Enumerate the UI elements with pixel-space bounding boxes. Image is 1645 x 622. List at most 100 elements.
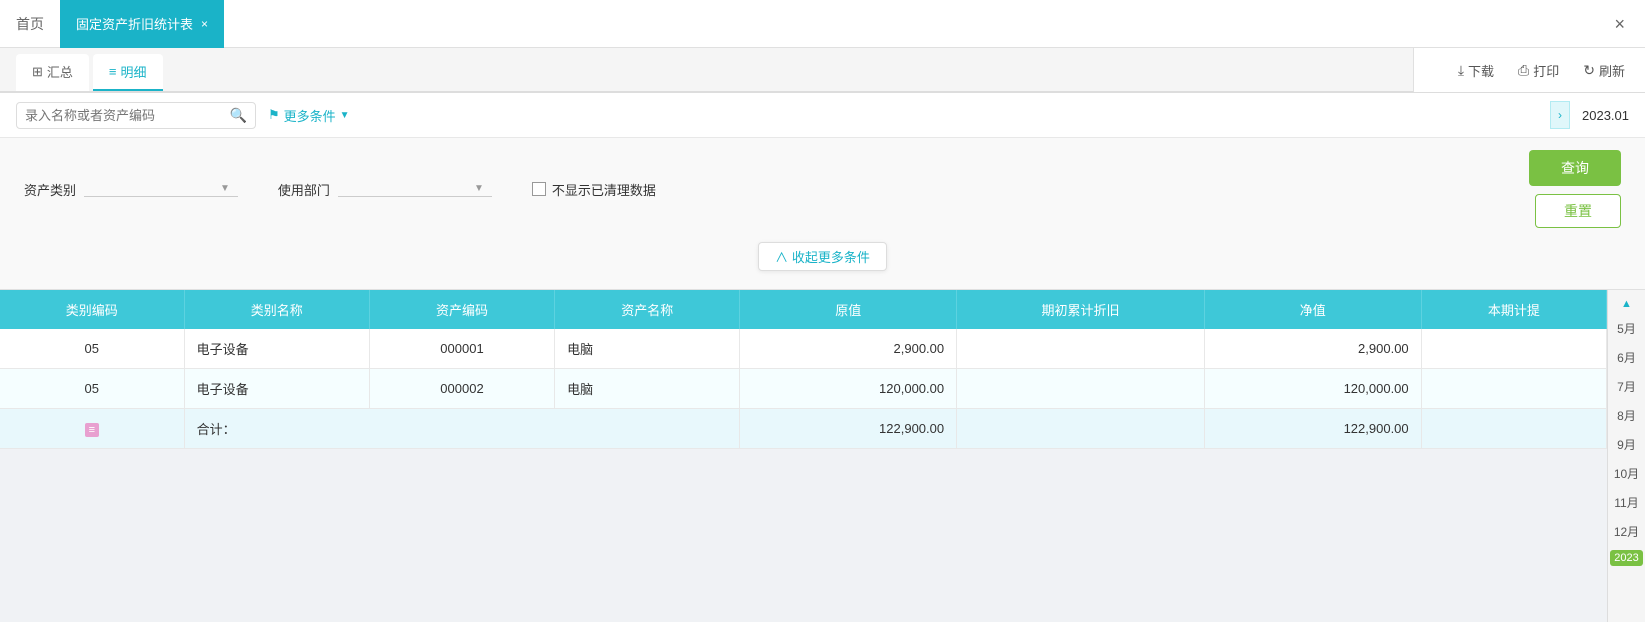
cell-net-value-2: 120,000.00 [1204, 369, 1421, 409]
refresh-button[interactable]: ↻ 刷新 [1583, 61, 1625, 80]
col-asset-code: 资产编码 [369, 290, 554, 329]
col-asset-name: 资产名称 [555, 290, 740, 329]
table-row: 05 电子设备 000002 电脑 120,000.00 120,000.00 [0, 369, 1607, 409]
table-wrap: 类别编码 类别名称 资产编码 资产名称 原值 期初累计折旧 净值 本期计提 05… [0, 290, 1607, 449]
asset-type-select[interactable]: ▼ [84, 181, 238, 197]
cell-net-value-1: 2,900.00 [1204, 329, 1421, 369]
total-icon-cell: ≡ [0, 409, 184, 449]
table-header-row: 类别编码 类别名称 资产编码 资产名称 原值 期初累计折旧 净值 本期计提 [0, 290, 1607, 329]
hide-cleared-filter: 不显示已清理数据 [532, 180, 664, 199]
search-input[interactable] [25, 108, 226, 123]
dept-filter: 使用部门 ▼ [278, 180, 492, 199]
sidebar-current-year[interactable]: 2023 [1610, 550, 1642, 566]
filter-icon: ⚑ [268, 107, 280, 123]
col-original-value: 原值 [740, 290, 957, 329]
download-icon: ⤓ [1458, 62, 1464, 79]
dept-label: 使用部门 [278, 180, 330, 199]
total-accum-depr [957, 409, 1205, 449]
date-label: 2023.01 [1582, 108, 1629, 123]
tab-detail[interactable]: ≡ 明细 [93, 54, 163, 91]
cell-accum-depr-2 [957, 369, 1205, 409]
cell-asset-code-1: 000001 [369, 329, 554, 369]
table-row: 05 电子设备 000001 电脑 2,900.00 2,900.00 [0, 329, 1607, 369]
total-label: 合计： [184, 409, 740, 449]
cell-accum-depr-1 [957, 329, 1205, 369]
total-row: ≡ 合计： 122,900.00 122,900.00 [0, 409, 1607, 449]
col-category-name: 类别名称 [184, 290, 369, 329]
chevron-up-icon: ∧ [775, 250, 788, 265]
sidebar-month-8[interactable]: 8月 [1608, 401, 1645, 430]
top-nav: 首页 固定资产折旧统计表 × × [0, 0, 1645, 48]
sub-tabs: ⊞ 汇总 ≡ 明细 [0, 48, 1413, 92]
sidebar-month-9[interactable]: 9月 [1608, 430, 1645, 459]
asset-type-chevron-icon: ▼ [220, 183, 230, 194]
content-area: 类别编码 类别名称 资产编码 资产名称 原值 期初累计折旧 净值 本期计提 05… [0, 290, 1607, 622]
refresh-label: 刷新 [1599, 61, 1625, 80]
refresh-icon: ↻ [1583, 62, 1595, 79]
home-link[interactable]: 首页 [16, 14, 60, 34]
cell-asset-code-2: 000002 [369, 369, 554, 409]
filter-buttons: 查询 重置 [1529, 150, 1621, 228]
filter-row-1: 资产类别 ▼ 使用部门 ▼ 不显示已清理数据 查询 重置 [24, 150, 1621, 228]
active-tab[interactable]: 固定资产折旧统计表 × [60, 0, 224, 48]
cell-original-2: 120,000.00 [740, 369, 957, 409]
more-filter-label: 更多条件 [284, 106, 336, 125]
download-button[interactable]: ⤓ 下载 [1458, 61, 1494, 80]
cell-current-depr-2 [1421, 369, 1606, 409]
hide-cleared-label: 不显示已清理数据 [552, 180, 656, 199]
cell-name-1: 电子设备 [184, 329, 369, 369]
detail-icon: ≡ [109, 64, 117, 79]
cell-code-1: 05 [0, 329, 184, 369]
total-icon: ≡ [85, 423, 99, 437]
tab-label: 固定资产折旧统计表 [76, 14, 193, 33]
more-filter-button[interactable]: ⚑ 更多条件 ▼ [268, 106, 350, 125]
cell-original-1: 2,900.00 [740, 329, 957, 369]
sidebar-month-11[interactable]: 11月 [1608, 488, 1645, 517]
search-icon[interactable]: 🔍 [230, 107, 247, 124]
window-close-button[interactable]: × [1614, 14, 1625, 35]
dept-select[interactable]: ▼ [338, 181, 492, 197]
dept-chevron-icon: ▼ [474, 183, 484, 194]
filter-section: 资产类别 ▼ 使用部门 ▼ 不显示已清理数据 查询 重置 ∧ [0, 138, 1645, 290]
col-accum-depr: 期初累计折旧 [957, 290, 1205, 329]
total-net-value: 122,900.00 [1204, 409, 1421, 449]
tab-summary-label: 汇总 [47, 62, 73, 81]
cell-name-2: 电子设备 [184, 369, 369, 409]
query-button[interactable]: 查询 [1529, 150, 1621, 186]
summary-icon: ⊞ [32, 64, 43, 80]
search-bar: 🔍 ⚑ 更多条件 ▼ › 2023.01 [0, 93, 1645, 138]
sidebar-month-5[interactable]: 5月 [1608, 314, 1645, 343]
asset-type-label: 资产类别 [24, 180, 76, 199]
collapse-label: 收起更多条件 [792, 250, 870, 265]
cell-asset-name-2: 电脑 [555, 369, 740, 409]
asset-type-filter: 资产类别 ▼ [24, 180, 238, 199]
main-table: 类别编码 类别名称 资产编码 资产名称 原值 期初累计折旧 净值 本期计提 05… [0, 290, 1607, 449]
total-current-depr [1421, 409, 1606, 449]
toolbar: ⤓ 下载 ⎙ 打印 ↻ 刷新 [1413, 48, 1645, 92]
chevron-down-icon: ▼ [340, 110, 350, 121]
hide-cleared-checkbox-wrap[interactable]: 不显示已清理数据 [532, 180, 656, 199]
cell-asset-name-1: 电脑 [555, 329, 740, 369]
cell-code-2: 05 [0, 369, 184, 409]
sidebar-month-10[interactable]: 10月 [1608, 459, 1645, 488]
sidebar-month-6[interactable]: 6月 [1608, 343, 1645, 372]
print-icon: ⎙ [1518, 62, 1529, 79]
sidebar-month-7[interactable]: 7月 [1608, 372, 1645, 401]
print-label: 打印 [1533, 61, 1559, 80]
reset-button[interactable]: 重置 [1535, 194, 1621, 228]
tab-summary[interactable]: ⊞ 汇总 [16, 54, 89, 91]
total-original: 122,900.00 [740, 409, 957, 449]
col-current-depr: 本期计提 [1421, 290, 1606, 329]
collapse-button[interactable]: ∧ 收起更多条件 [758, 242, 887, 271]
col-category-code: 类别编码 [0, 290, 184, 329]
tab-close-icon[interactable]: × [201, 17, 208, 31]
sidebar-month-12[interactable]: 12月 [1608, 517, 1645, 546]
sidebar-expand-arrow[interactable]: › [1550, 101, 1570, 129]
print-button[interactable]: ⎙ 打印 [1518, 61, 1559, 80]
download-label: 下载 [1468, 61, 1494, 80]
sidebar-up-arrow[interactable]: ▲ [1621, 294, 1632, 314]
search-input-wrap[interactable]: 🔍 [16, 102, 256, 129]
col-net-value: 净值 [1204, 290, 1421, 329]
right-sidebar: ▲ 5月 6月 7月 8月 9月 10月 11月 12月 2023 [1607, 290, 1645, 622]
hide-cleared-checkbox[interactable] [532, 182, 546, 196]
